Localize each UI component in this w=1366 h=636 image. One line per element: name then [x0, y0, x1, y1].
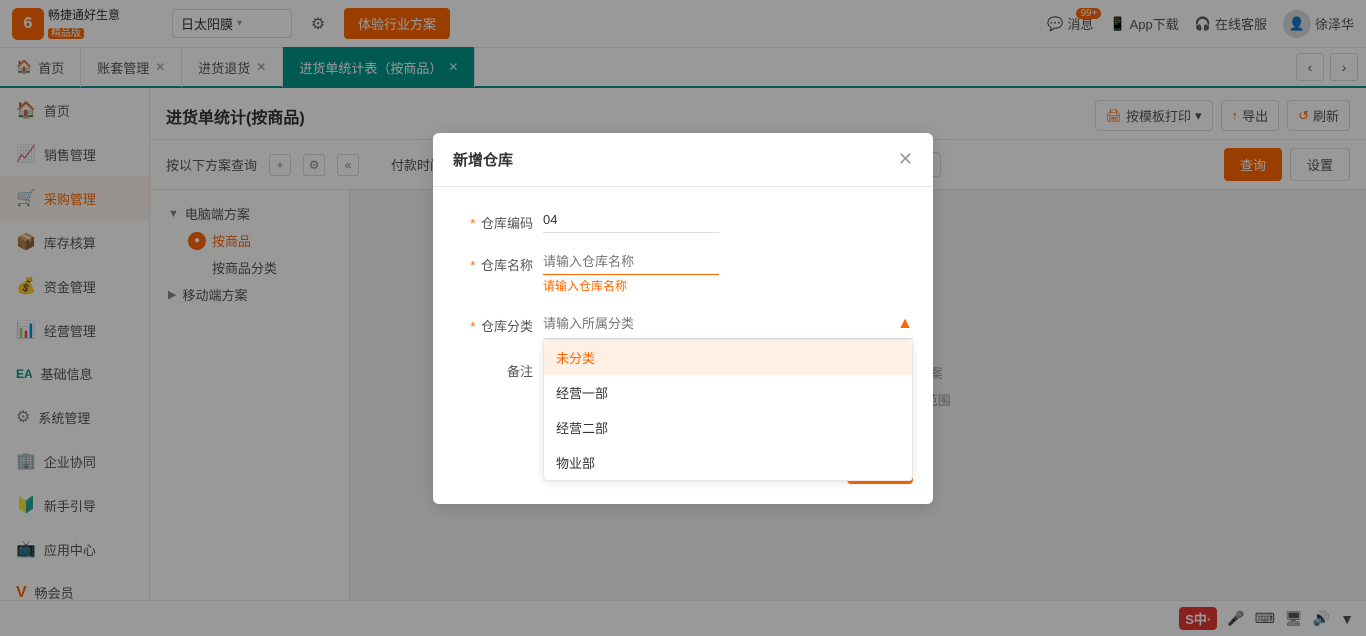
note-label: 备注 — [453, 355, 533, 380]
name-required-mark: * — [470, 258, 475, 273]
dropdown-item-property[interactable]: 物业部 — [544, 445, 912, 480]
code-required-mark: * — [470, 216, 475, 231]
category-required-mark: * — [470, 319, 475, 334]
category-dropdown-trigger[interactable]: ▲ — [543, 310, 913, 339]
form-row-code: * 仓库编码 — [453, 207, 913, 233]
category-field: ▲ 未分类 经营一部 经营二部 物业部 — [543, 310, 913, 339]
name-input[interactable] — [543, 249, 719, 275]
form-row-category: * 仓库分类 ▲ 未分类 经营一部 经营二部 物业部 — [453, 310, 913, 339]
name-label: * 仓库名称 — [453, 249, 533, 274]
modal-body: * 仓库编码 * 仓库名称 请输入仓库名称 — [433, 187, 933, 441]
dropdown-item-uncategorized[interactable]: 未分类 — [544, 340, 912, 375]
category-chevron-icon: ▲ — [897, 315, 913, 333]
modal-title: 新增仓库 — [453, 149, 513, 170]
name-error-message: 请输入仓库名称 — [543, 277, 913, 294]
category-dropdown-menu: 未分类 经营一部 经营二部 物业部 — [543, 339, 913, 481]
dropdown-item-ops2[interactable]: 经营二部 — [544, 410, 912, 445]
name-field: 请输入仓库名称 — [543, 249, 913, 294]
code-label: * 仓库编码 — [453, 207, 533, 232]
code-input[interactable] — [543, 207, 719, 233]
code-field — [543, 207, 913, 233]
add-warehouse-modal: 新增仓库 ✕ * 仓库编码 * 仓库名称 — [433, 133, 933, 504]
modal-overlay: 新增仓库 ✕ * 仓库编码 * 仓库名称 — [0, 0, 1366, 636]
category-input[interactable] — [543, 316, 897, 331]
form-row-name: * 仓库名称 请输入仓库名称 — [453, 249, 913, 294]
dropdown-item-ops1[interactable]: 经营一部 — [544, 375, 912, 410]
modal-header: 新增仓库 ✕ — [433, 133, 933, 187]
modal-close-button[interactable]: ✕ — [898, 149, 913, 170]
category-label: * 仓库分类 — [453, 310, 533, 335]
